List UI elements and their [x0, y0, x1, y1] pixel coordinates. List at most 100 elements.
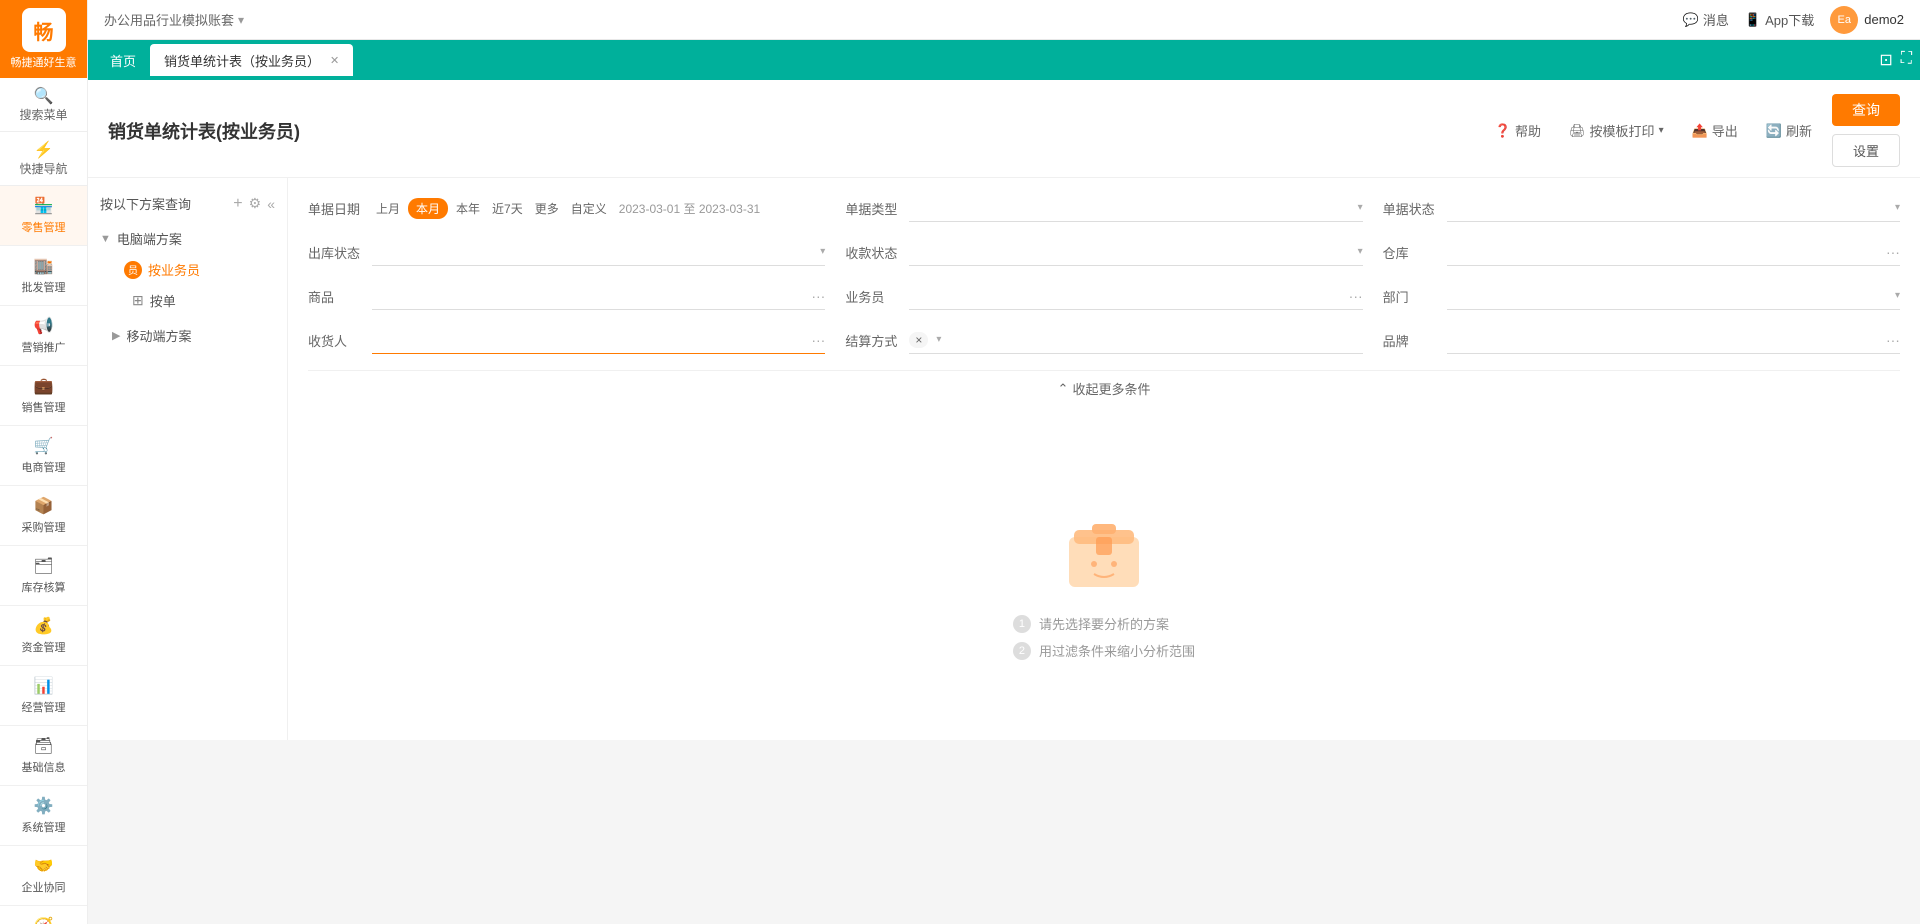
- print-button[interactable]: 🖨 按模板打印 ▾: [1561, 117, 1672, 144]
- doc-status-control[interactable]: ▾: [1447, 194, 1900, 222]
- query-button[interactable]: 查询: [1832, 94, 1900, 126]
- app-download-action[interactable]: 📱 App下载: [1745, 10, 1814, 29]
- scheme-doc-label: 按单: [150, 291, 176, 310]
- basic-label: 基础信息: [22, 759, 66, 775]
- filter-stock-status: 出库状态 ▾: [308, 238, 825, 266]
- goods-ellipsis-icon[interactable]: ···: [811, 288, 825, 304]
- date-opt-thisyear[interactable]: 本年: [452, 198, 484, 219]
- brand-ellipsis-icon[interactable]: ···: [1886, 332, 1900, 348]
- date-opt-custom[interactable]: 自定义: [567, 198, 611, 219]
- brand-control[interactable]: ···: [1447, 326, 1900, 354]
- goods-control[interactable]: ···: [372, 282, 825, 310]
- sidebar-item-retail[interactable]: 🏪 零售管理: [0, 186, 87, 246]
- topbar-actions: 💬 消息 📱 App下载 Ea demo2: [1683, 6, 1904, 34]
- topbar-breadcrumb: 办公用品行业模拟账套 ▾: [104, 10, 1671, 29]
- breadcrumb-dropdown-icon[interactable]: ▾: [238, 13, 244, 27]
- ops-label: 经营管理: [22, 699, 66, 715]
- sidebar-search[interactable]: 🔍 搜索菜单: [0, 78, 87, 132]
- add-scheme-icon[interactable]: +: [233, 195, 242, 213]
- app-logo[interactable]: 畅 畅捷通好生意: [0, 0, 87, 78]
- sidebar-item-inventory[interactable]: 🗂 库存核算: [0, 546, 87, 606]
- left-panel: 按以下方案查询 + ⚙ « ▼ 电脑端方案 员: [88, 178, 288, 740]
- settlement-control[interactable]: × ▾: [909, 326, 1362, 354]
- date-opt-thismonth[interactable]: 本月: [408, 198, 448, 219]
- filter-salesperson: 业务员 ···: [845, 282, 1362, 310]
- quick-nav-label: 快捷导航: [6, 160, 81, 177]
- scheme-group-desktop-title[interactable]: ▼ 电脑端方案: [88, 223, 287, 254]
- department-control[interactable]: ▾: [1447, 282, 1900, 310]
- sidebar-item-ops[interactable]: 📊 经营管理: [0, 666, 87, 726]
- tab-home[interactable]: 首页: [96, 44, 150, 76]
- sidebar-item-sales[interactable]: 💼 销售管理: [0, 366, 87, 426]
- sidebar-item-purchase[interactable]: 📦 采购管理: [0, 486, 87, 546]
- tab-home-label: 首页: [110, 51, 136, 70]
- retail-label: 零售管理: [22, 219, 66, 235]
- topbar: 办公用品行业模拟账套 ▾ 💬 消息 📱 App下载 Ea demo2: [88, 0, 1920, 40]
- warehouse-label: 仓库: [1383, 243, 1439, 262]
- hint-1-text: 请先选择要分析的方案: [1039, 614, 1169, 633]
- date-opt-7days[interactable]: 近7天: [488, 198, 527, 219]
- inventory-label: 库存核算: [22, 579, 66, 595]
- empty-icon-area: [1054, 502, 1154, 602]
- scheme-item-doc[interactable]: ⊞ 按单: [88, 285, 287, 316]
- username: demo2: [1864, 12, 1904, 27]
- purchase-icon: 📦: [34, 496, 54, 516]
- sales-label: 销售管理: [22, 399, 66, 415]
- warehouse-control[interactable]: ···: [1447, 238, 1900, 266]
- settings-button[interactable]: 设置: [1832, 134, 1900, 167]
- scheme-salesperson-icon: 员: [124, 261, 142, 279]
- payment-status-dropdown-icon: ▾: [1358, 246, 1363, 257]
- sidebar-item-finance[interactable]: 💰 资金管理: [0, 606, 87, 666]
- settlement-clear-tag[interactable]: ×: [909, 332, 928, 348]
- app-download-label: App下载: [1765, 10, 1814, 29]
- content-split: 按以下方案查询 + ⚙ « ▼ 电脑端方案 员: [88, 178, 1920, 740]
- mobile-expand-icon: ▶: [112, 329, 120, 342]
- scheme-group-mobile-title[interactable]: ▶ 移动端方案: [88, 320, 287, 351]
- salesperson-ellipsis-icon[interactable]: ···: [1349, 288, 1363, 304]
- department-label: 部门: [1383, 287, 1439, 306]
- help-button[interactable]: ❓ 帮助: [1487, 117, 1549, 144]
- settings-scheme-icon[interactable]: ⚙: [249, 195, 262, 212]
- sidebar-item-ecom[interactable]: 🛒 电商管理: [0, 426, 87, 486]
- scheme-item-salesperson[interactable]: 员 按业务员: [92, 254, 283, 285]
- help-icon: ❓: [1495, 123, 1511, 139]
- app-download-icon: 📱: [1745, 12, 1761, 28]
- empty-illustration: [1054, 502, 1154, 602]
- sidebar-quick-nav[interactable]: ⚡ 快捷导航: [0, 132, 87, 186]
- sidebar-item-enterprise[interactable]: 🤝 企业协同: [0, 846, 87, 906]
- sidebar-item-wholesale[interactable]: 🏬 批发管理: [0, 246, 87, 306]
- date-label: 单据日期: [308, 199, 364, 218]
- sidebar-item-system[interactable]: ⚙️ 系统管理: [0, 786, 87, 846]
- date-opt-more[interactable]: 更多: [531, 198, 563, 219]
- sidebar-item-newuser[interactable]: 🧭 新手引导: [0, 906, 87, 924]
- warehouse-ellipsis-icon[interactable]: ···: [1886, 244, 1900, 260]
- sidebar-item-basic[interactable]: 🗃 基础信息: [0, 726, 87, 786]
- payment-status-control[interactable]: ▾: [909, 238, 1362, 266]
- stock-status-control[interactable]: ▾: [372, 238, 825, 266]
- tab-close-icon[interactable]: ✕: [330, 54, 339, 67]
- export-button[interactable]: 📤 导出: [1684, 117, 1746, 144]
- receiver-ellipsis-icon[interactable]: ···: [811, 332, 825, 348]
- ecom-icon: 🛒: [34, 436, 54, 456]
- goods-label: 商品: [308, 287, 364, 306]
- salesperson-control[interactable]: ···: [909, 282, 1362, 310]
- date-opt-lastmonth[interactable]: 上月: [372, 198, 404, 219]
- collapse-panel-icon[interactable]: «: [267, 196, 275, 212]
- sidebar-item-marketing[interactable]: 📢 营销推广: [0, 306, 87, 366]
- tab-minimize-icon[interactable]: ⊡: [1879, 50, 1892, 70]
- page-header-actions: ❓ 帮助 🖨 按模板打印 ▾ 📤 导出 🔄 刷新: [1487, 94, 1900, 167]
- hint-1-num: 1: [1013, 615, 1031, 633]
- receiver-control[interactable]: ···: [372, 326, 825, 354]
- user-menu[interactable]: Ea demo2: [1830, 6, 1904, 34]
- tab-maximize-icon[interactable]: ⛶: [1901, 50, 1912, 70]
- date-options: 上月 本月 本年 近7天 更多 自定义 2023-03-01 至 2023-03…: [372, 198, 760, 219]
- refresh-button[interactable]: 🔄 刷新: [1758, 117, 1820, 144]
- collapse-bar[interactable]: ⌃ 收起更多条件: [308, 370, 1900, 406]
- tab-sales-stat[interactable]: 销货单统计表（按业务员） ✕: [150, 44, 353, 76]
- message-action[interactable]: 💬 消息: [1683, 10, 1729, 29]
- sidebar-nav: 🏪 零售管理 🏬 批发管理 📢 营销推广 💼 销售管理 🛒 电商管理 📦 采购管…: [0, 186, 87, 924]
- quick-nav-icon: ⚡: [6, 140, 81, 160]
- doc-type-control[interactable]: ▾: [909, 194, 1362, 222]
- marketing-label: 营销推广: [22, 339, 66, 355]
- scheme-doc-icon: ⊞: [132, 292, 144, 309]
